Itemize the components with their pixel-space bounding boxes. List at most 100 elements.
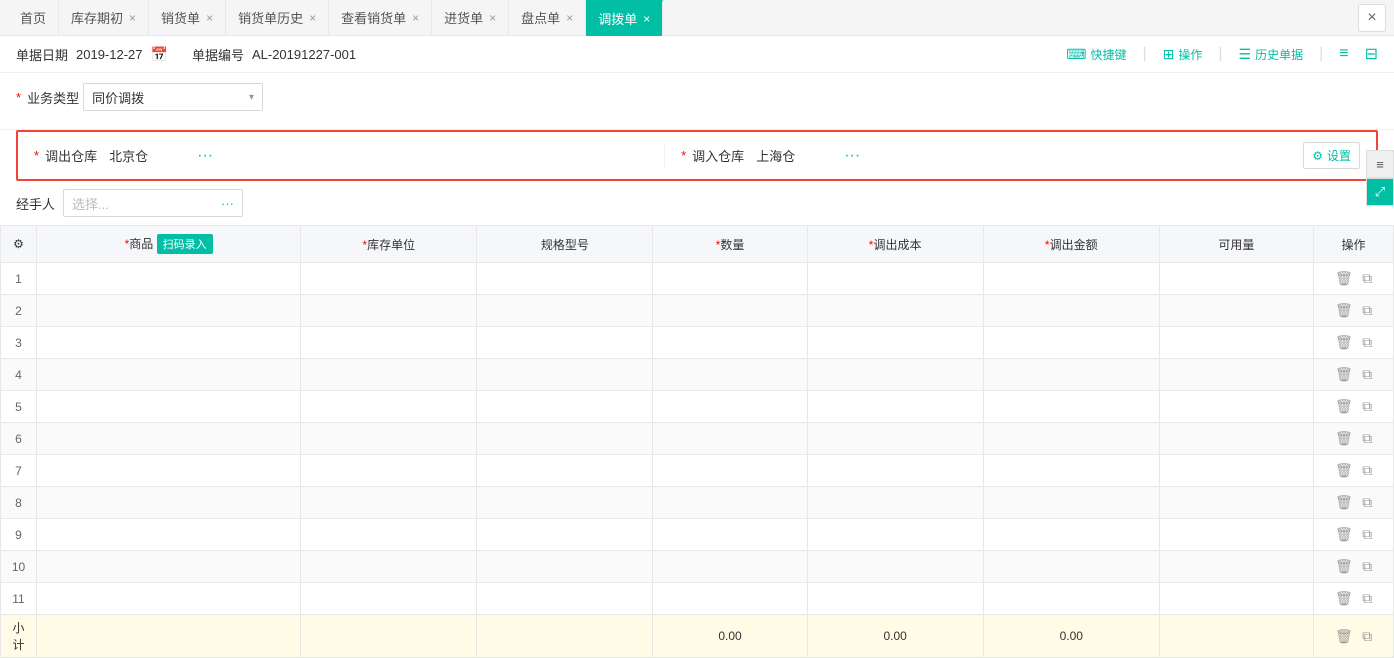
row-qty[interactable]: [653, 391, 807, 423]
row-qty[interactable]: [653, 327, 807, 359]
row-unit[interactable]: [301, 295, 477, 327]
copy-icon[interactable]: ⧉: [1359, 334, 1375, 351]
row-qty[interactable]: [653, 583, 807, 615]
row-amount[interactable]: [983, 423, 1159, 455]
delete-icon[interactable]: 🗑: [1332, 430, 1356, 447]
layout1-action[interactable]: ≡: [1339, 45, 1348, 63]
tab-view-sales-close[interactable]: ×: [412, 11, 419, 25]
row-product[interactable]: [37, 487, 301, 519]
tab-view-sales[interactable]: 查看销货单 ×: [329, 0, 432, 36]
row-qty[interactable]: [653, 519, 807, 551]
row-unit[interactable]: [301, 327, 477, 359]
row-spec[interactable]: [477, 583, 653, 615]
tab-inventory-init[interactable]: 库存期初 ×: [59, 0, 149, 36]
row-amount[interactable]: [983, 519, 1159, 551]
row-spec[interactable]: [477, 295, 653, 327]
subtotal-delete-icon[interactable]: 🗑: [1332, 628, 1356, 645]
copy-icon[interactable]: ⧉: [1359, 462, 1375, 479]
delete-icon[interactable]: 🗑: [1332, 398, 1356, 415]
row-product[interactable]: [37, 391, 301, 423]
row-product[interactable]: [37, 327, 301, 359]
delete-icon[interactable]: 🗑: [1332, 366, 1356, 383]
warehouse-out-dots[interactable]: ···: [197, 147, 213, 165]
row-cost[interactable]: [807, 487, 983, 519]
row-amount[interactable]: [983, 455, 1159, 487]
row-available[interactable]: [1159, 391, 1313, 423]
delete-icon[interactable]: 🗑: [1332, 302, 1356, 319]
row-qty[interactable]: [653, 359, 807, 391]
row-amount[interactable]: [983, 487, 1159, 519]
row-amount[interactable]: [983, 551, 1159, 583]
row-unit[interactable]: [301, 455, 477, 487]
tab-sales-history[interactable]: 销货单历史 ×: [226, 0, 329, 36]
row-available[interactable]: [1159, 327, 1313, 359]
row-spec[interactable]: [477, 391, 653, 423]
row-product[interactable]: [37, 423, 301, 455]
row-spec[interactable]: [477, 359, 653, 391]
delete-icon[interactable]: 🗑: [1332, 558, 1356, 575]
delete-icon[interactable]: 🗑: [1332, 270, 1356, 287]
right-btn-expand[interactable]: ⤢: [1366, 178, 1394, 206]
row-spec[interactable]: [477, 263, 653, 295]
row-product[interactable]: [37, 519, 301, 551]
row-product[interactable]: [37, 455, 301, 487]
delete-icon[interactable]: 🗑: [1332, 526, 1356, 543]
row-cost[interactable]: [807, 263, 983, 295]
row-unit[interactable]: [301, 487, 477, 519]
row-spec[interactable]: [477, 551, 653, 583]
copy-icon[interactable]: ⧉: [1359, 430, 1375, 447]
copy-icon[interactable]: ⧉: [1359, 366, 1375, 383]
row-qty[interactable]: [653, 295, 807, 327]
operation-action[interactable]: ⊞ 操作: [1163, 46, 1203, 63]
shortcut-action[interactable]: ⌨ 快捷键: [1066, 46, 1126, 63]
layout2-action[interactable]: ⊟: [1365, 44, 1378, 64]
row-qty[interactable]: [653, 487, 807, 519]
row-available[interactable]: [1159, 263, 1313, 295]
row-unit[interactable]: [301, 583, 477, 615]
subtotal-copy-icon[interactable]: ⧉: [1359, 628, 1375, 645]
row-product[interactable]: [37, 359, 301, 391]
delete-icon[interactable]: 🗑: [1332, 334, 1356, 351]
person-dropdown[interactable]: 选择... ···: [63, 189, 243, 217]
row-amount[interactable]: [983, 263, 1159, 295]
business-type-dropdown[interactable]: 同价调拨 ▾: [83, 83, 263, 111]
row-product[interactable]: [37, 263, 301, 295]
tab-sales-order[interactable]: 销货单 ×: [149, 0, 226, 36]
copy-icon[interactable]: ⧉: [1359, 494, 1375, 511]
row-cost[interactable]: [807, 295, 983, 327]
tab-bar-close-button[interactable]: ×: [1358, 4, 1386, 32]
settings-button[interactable]: ⚙ 设置: [1303, 142, 1360, 169]
calendar-icon[interactable]: 📅: [151, 46, 168, 63]
copy-icon[interactable]: ⧉: [1359, 302, 1375, 319]
row-available[interactable]: [1159, 295, 1313, 327]
row-available[interactable]: [1159, 455, 1313, 487]
row-amount[interactable]: [983, 327, 1159, 359]
row-available[interactable]: [1159, 519, 1313, 551]
delete-icon[interactable]: 🗑: [1332, 462, 1356, 479]
scan-button[interactable]: 扫码录入: [157, 234, 213, 254]
row-cost[interactable]: [807, 327, 983, 359]
row-qty[interactable]: [653, 263, 807, 295]
row-cost[interactable]: [807, 583, 983, 615]
row-amount[interactable]: [983, 295, 1159, 327]
tab-sales-order-close[interactable]: ×: [206, 11, 213, 25]
row-cost[interactable]: [807, 551, 983, 583]
row-amount[interactable]: [983, 391, 1159, 423]
row-spec[interactable]: [477, 327, 653, 359]
warehouse-in-value[interactable]: 上海仓: [756, 146, 836, 165]
row-unit[interactable]: [301, 423, 477, 455]
row-cost[interactable]: [807, 391, 983, 423]
delete-icon[interactable]: 🗑: [1332, 590, 1356, 607]
copy-icon[interactable]: ⧉: [1359, 270, 1375, 287]
row-unit[interactable]: [301, 359, 477, 391]
row-spec[interactable]: [477, 487, 653, 519]
row-cost[interactable]: [807, 455, 983, 487]
row-spec[interactable]: [477, 519, 653, 551]
person-dots[interactable]: ···: [221, 196, 234, 211]
row-available[interactable]: [1159, 487, 1313, 519]
copy-icon[interactable]: ⧉: [1359, 526, 1375, 543]
warehouse-in-dots[interactable]: ···: [844, 147, 860, 165]
row-available[interactable]: [1159, 551, 1313, 583]
row-qty[interactable]: [653, 455, 807, 487]
row-unit[interactable]: [301, 519, 477, 551]
